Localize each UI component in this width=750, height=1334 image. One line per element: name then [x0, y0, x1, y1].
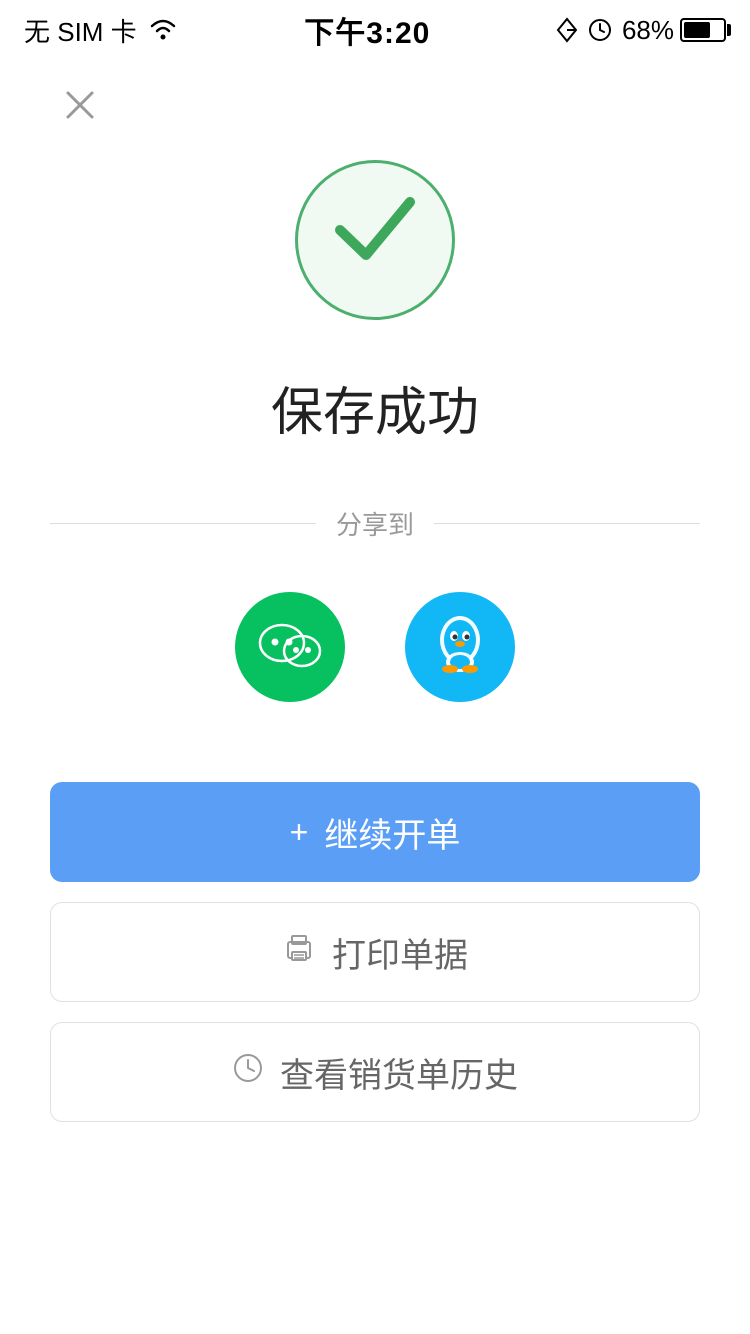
carrier-text: 无 SIM 卡: [24, 12, 137, 49]
success-title: 保存成功: [271, 370, 479, 445]
printer-icon: [282, 932, 316, 972]
wechat-share-button[interactable]: [235, 592, 345, 702]
close-button[interactable]: [50, 75, 110, 135]
history-icon: [232, 1052, 264, 1092]
main-content: 保存成功 分享到: [0, 60, 750, 1122]
status-bar: 无 SIM 卡 下午3:20 68%: [0, 0, 750, 60]
action-buttons: + 继续开单 打印单据: [50, 782, 700, 1122]
wifi-icon: [147, 18, 179, 42]
history-button[interactable]: 查看销货单历史: [50, 1022, 700, 1122]
battery-container: 68%: [622, 15, 726, 46]
share-label: 分享到: [336, 505, 414, 542]
clock-icon: [588, 18, 612, 42]
close-icon: [62, 87, 98, 123]
divider-right: [434, 523, 700, 524]
continue-button[interactable]: + 继续开单: [50, 782, 700, 882]
wechat-icon: [256, 617, 324, 677]
check-mark-icon: [330, 190, 420, 283]
print-button[interactable]: 打印单据: [50, 902, 700, 1002]
battery-fill: [684, 22, 710, 38]
location-icon: [556, 17, 578, 43]
print-label: 打印单据: [332, 928, 468, 977]
battery-icon: [680, 18, 726, 42]
status-left: 无 SIM 卡: [24, 12, 179, 49]
history-label: 查看销货单历史: [280, 1048, 518, 1097]
time-display: 下午3:20: [304, 8, 430, 52]
continue-label: 继续开单: [324, 808, 460, 857]
share-icons: [235, 592, 515, 702]
divider-left: [50, 523, 316, 524]
share-divider: 分享到: [50, 505, 700, 542]
qq-share-button[interactable]: [405, 592, 515, 702]
success-circle: [295, 160, 455, 320]
plus-icon: +: [290, 814, 309, 851]
qq-icon: [428, 612, 493, 682]
status-right: 68%: [556, 15, 726, 46]
battery-text: 68%: [622, 15, 674, 46]
